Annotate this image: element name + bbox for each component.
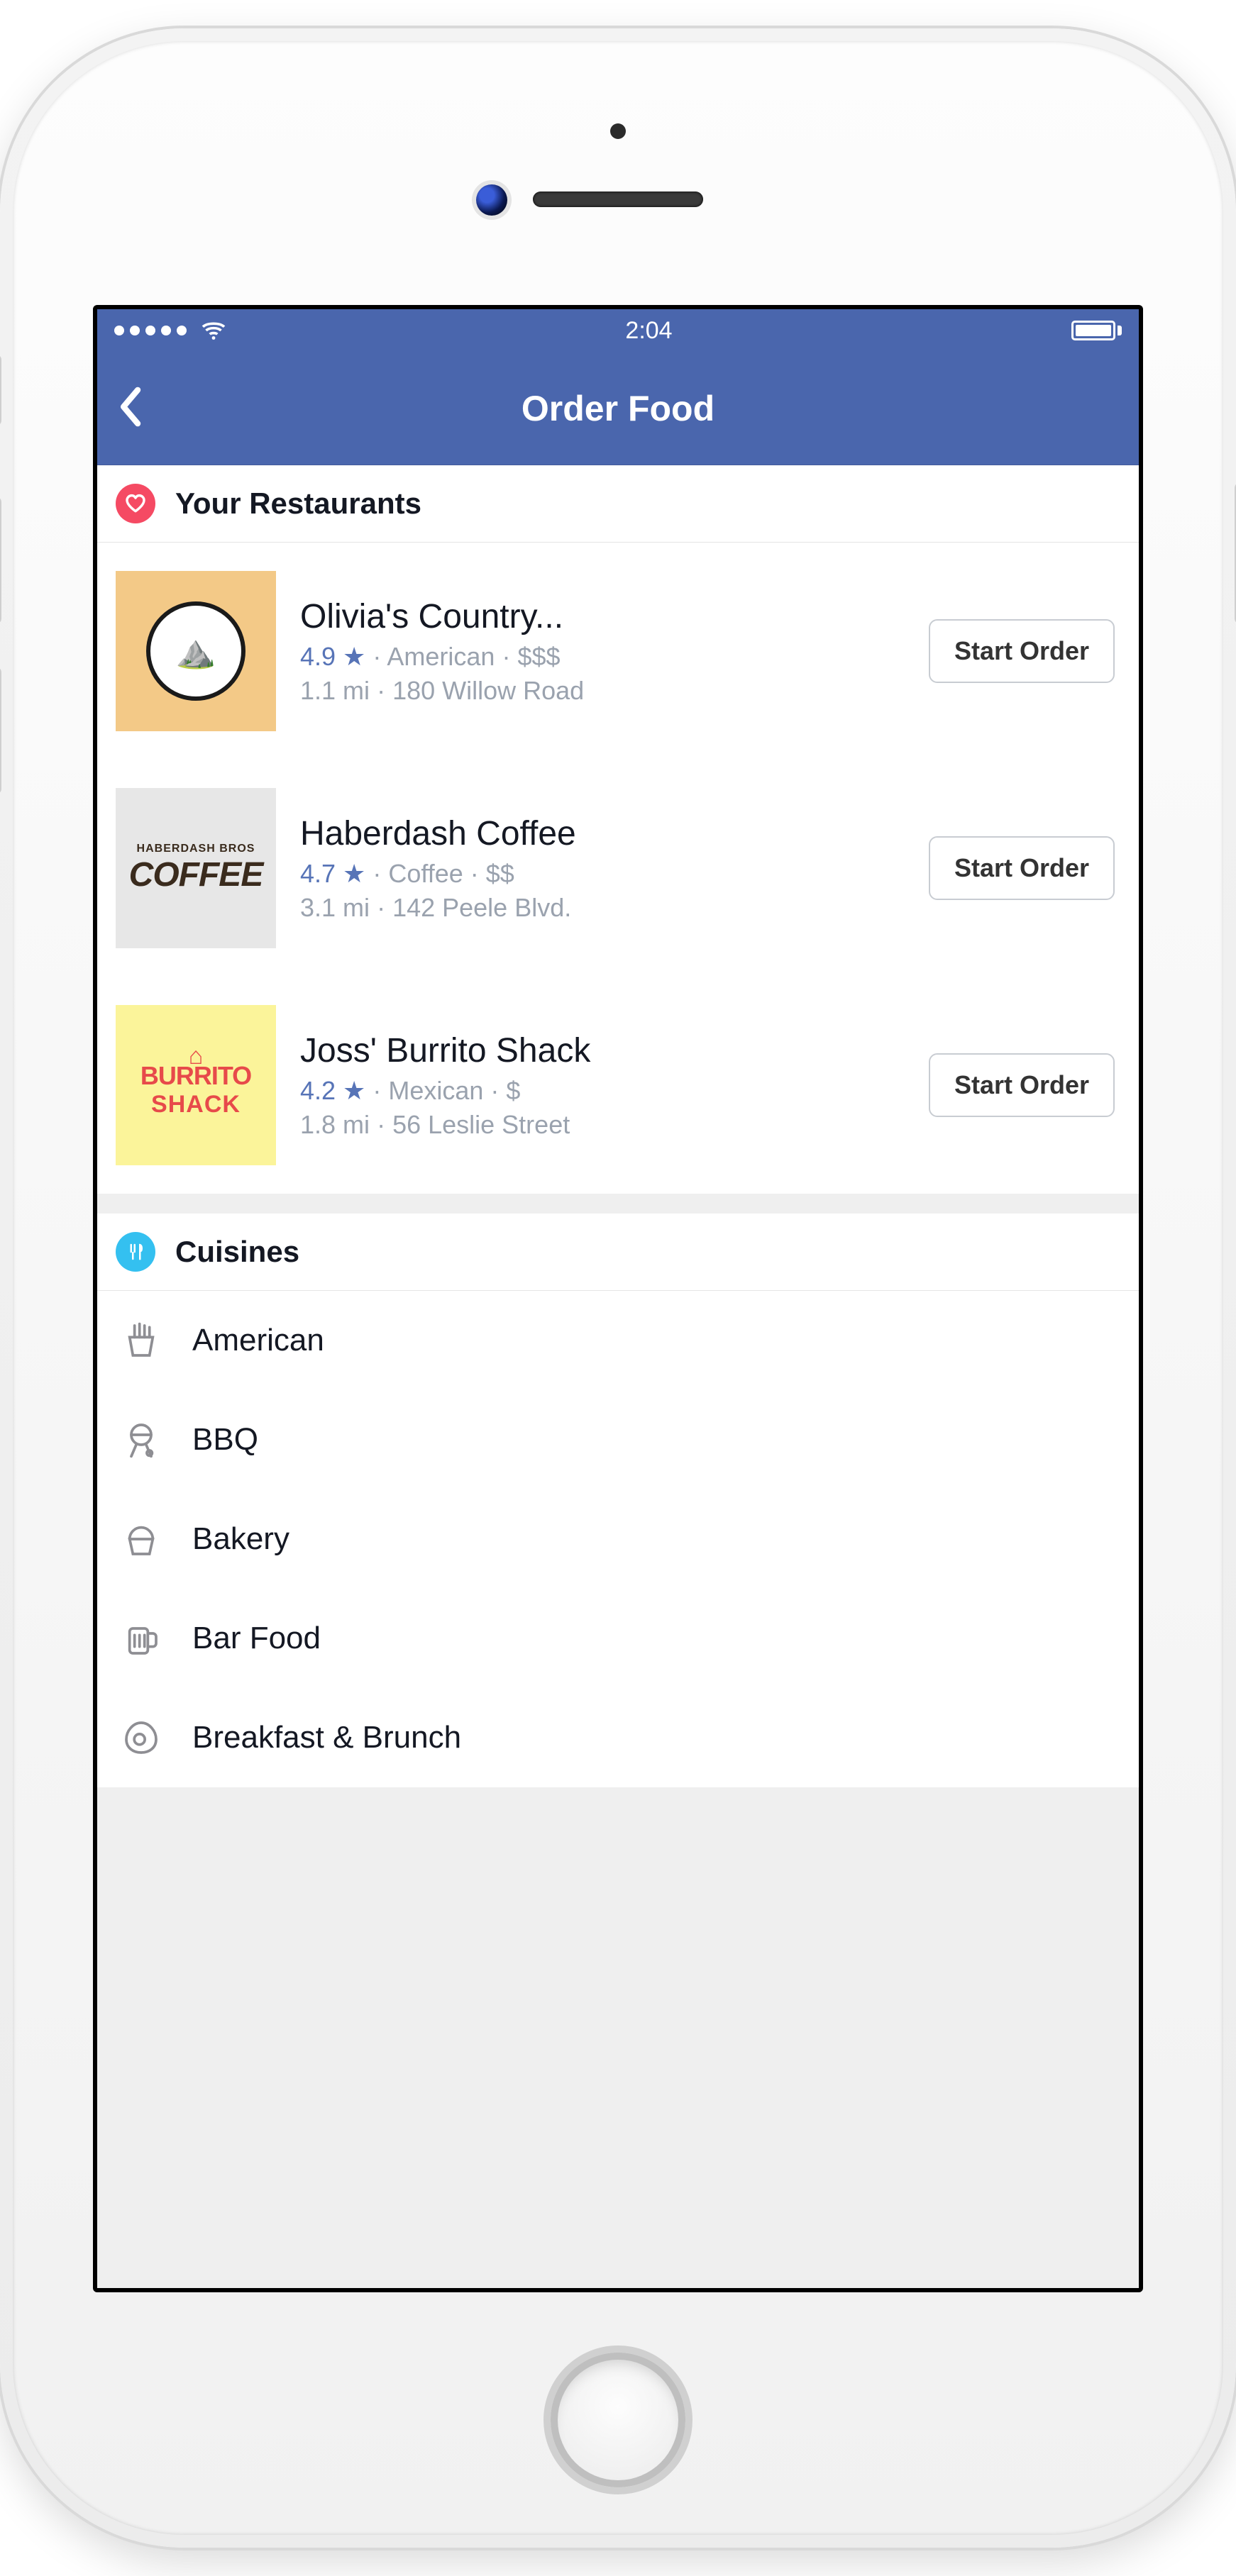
restaurant-rating: 4.9 <box>300 642 336 671</box>
phone-frame: 2:04 Order Food <box>0 28 1236 2548</box>
back-button[interactable] <box>116 384 147 432</box>
restaurant-price: $$ <box>486 859 514 888</box>
start-order-button[interactable]: Start Order <box>929 619 1115 683</box>
restaurant-category: American <box>387 642 495 671</box>
mute-switch <box>0 355 1 426</box>
page-title: Order Food <box>522 388 714 429</box>
restaurant-info: Olivia's Country... 4.9 ★ · American · $… <box>300 597 905 706</box>
cuisine-row-bar-food[interactable]: Bar Food <box>97 1589 1139 1688</box>
restaurant-category: Mexican <box>388 1076 483 1105</box>
proximity-sensor <box>610 123 626 139</box>
restaurant-address: 56 Leslie Street <box>392 1110 570 1139</box>
cuisine-label: Breakfast & Brunch <box>192 1720 461 1755</box>
restaurant-info: Joss' Burrito Shack 4.2 ★ · Mexican · $ … <box>300 1031 905 1140</box>
restaurant-address: 142 Peele Blvd. <box>392 893 571 922</box>
signal-strength-icon <box>114 326 187 335</box>
nav-header: Order Food <box>97 352 1139 465</box>
restaurant-location: 3.1 mi · 142 Peele Blvd. <box>300 893 905 923</box>
restaurant-rating: 4.2 <box>300 1076 336 1105</box>
restaurant-category: Coffee <box>388 859 463 888</box>
section-title-cuisines: Cuisines <box>175 1235 299 1269</box>
restaurant-image: ⌂ BURRITO SHACK <box>116 1005 276 1165</box>
cupcake-icon <box>118 1519 164 1559</box>
cuisine-label: American <box>192 1323 324 1358</box>
cuisine-row-bakery[interactable]: Bakery <box>97 1489 1139 1589</box>
restaurant-info: Haberdash Coffee 4.7 ★ · Coffee · $$ 3.1… <box>300 814 905 923</box>
restaurant-name: Olivia's Country... <box>300 597 905 636</box>
section-your-restaurants: Your Restaurants ⛰️ Olivia's Country... … <box>97 465 1139 1194</box>
volume-up <box>0 496 1 624</box>
restaurant-row[interactable]: HABERDASH BROS COFFEE Haberdash Coffee 4… <box>97 760 1139 977</box>
restaurant-name: Joss' Burrito Shack <box>300 1031 905 1070</box>
restaurant-image: ⛰️ <box>116 571 276 731</box>
earpiece <box>533 191 703 207</box>
restaurant-row[interactable]: ⌂ BURRITO SHACK Joss' Burrito Shack 4.2 … <box>97 977 1139 1194</box>
section-header-cuisines: Cuisines <box>97 1214 1139 1291</box>
restaurant-name: Haberdash Coffee <box>300 814 905 853</box>
restaurant-rating: 4.7 <box>300 859 336 888</box>
section-cuisines: Cuisines American <box>97 1214 1139 1787</box>
home-button[interactable] <box>551 2353 685 2487</box>
grill-icon <box>118 1420 164 1460</box>
start-order-button[interactable]: Start Order <box>929 1053 1115 1117</box>
restaurant-price: $ <box>506 1076 520 1105</box>
beer-icon <box>118 1619 164 1658</box>
bezel-bottom <box>0 2292 1236 2548</box>
status-time: 2:04 <box>625 317 672 345</box>
cuisine-row-bbq[interactable]: BBQ <box>97 1390 1139 1489</box>
cuisine-label: Bar Food <box>192 1621 321 1656</box>
bezel-top <box>0 28 1236 305</box>
restaurant-image: HABERDASH BROS COFFEE <box>116 788 276 948</box>
cuisine-label: Bakery <box>192 1521 289 1557</box>
front-camera <box>476 184 507 216</box>
status-left <box>114 318 226 343</box>
screen: 2:04 Order Food <box>93 305 1143 2292</box>
heart-icon <box>116 484 155 523</box>
content[interactable]: Your Restaurants ⛰️ Olivia's Country... … <box>97 465 1139 2288</box>
battery-icon <box>1071 321 1122 340</box>
restaurant-location: 1.8 mi · 56 Leslie Street <box>300 1110 905 1140</box>
section-title-restaurants: Your Restaurants <box>175 487 421 521</box>
fries-icon <box>118 1321 164 1360</box>
egg-icon <box>118 1718 164 1758</box>
volume-down <box>0 667 1 794</box>
cuisine-icon <box>116 1232 155 1272</box>
restaurant-meta: 4.7 ★ · Coffee · $$ <box>300 859 905 889</box>
star-icon: ★ <box>336 1076 365 1105</box>
restaurant-location: 1.1 mi · 180 Willow Road <box>300 676 905 706</box>
start-order-button[interactable]: Start Order <box>929 836 1115 900</box>
restaurant-meta: 4.9 ★ · American · $$$ <box>300 642 905 672</box>
restaurant-distance: 3.1 mi <box>300 893 370 922</box>
section-gap <box>97 1194 1139 1214</box>
section-header-restaurants: Your Restaurants <box>97 465 1139 543</box>
cuisine-row-breakfast[interactable]: Breakfast & Brunch <box>97 1688 1139 1787</box>
restaurant-distance: 1.1 mi <box>300 676 370 705</box>
wifi-icon <box>201 318 226 343</box>
restaurant-meta: 4.2 ★ · Mexican · $ <box>300 1076 905 1106</box>
cuisine-label: BBQ <box>192 1422 258 1458</box>
restaurant-row[interactable]: ⛰️ Olivia's Country... 4.9 ★ · American … <box>97 543 1139 760</box>
cuisine-row-american[interactable]: American <box>97 1291 1139 1390</box>
restaurant-address: 180 Willow Road <box>392 676 584 705</box>
star-icon: ★ <box>336 859 365 888</box>
restaurant-distance: 1.8 mi <box>300 1110 370 1139</box>
restaurant-price: $$$ <box>517 642 560 671</box>
star-icon: ★ <box>336 642 365 671</box>
status-bar: 2:04 <box>97 309 1139 352</box>
